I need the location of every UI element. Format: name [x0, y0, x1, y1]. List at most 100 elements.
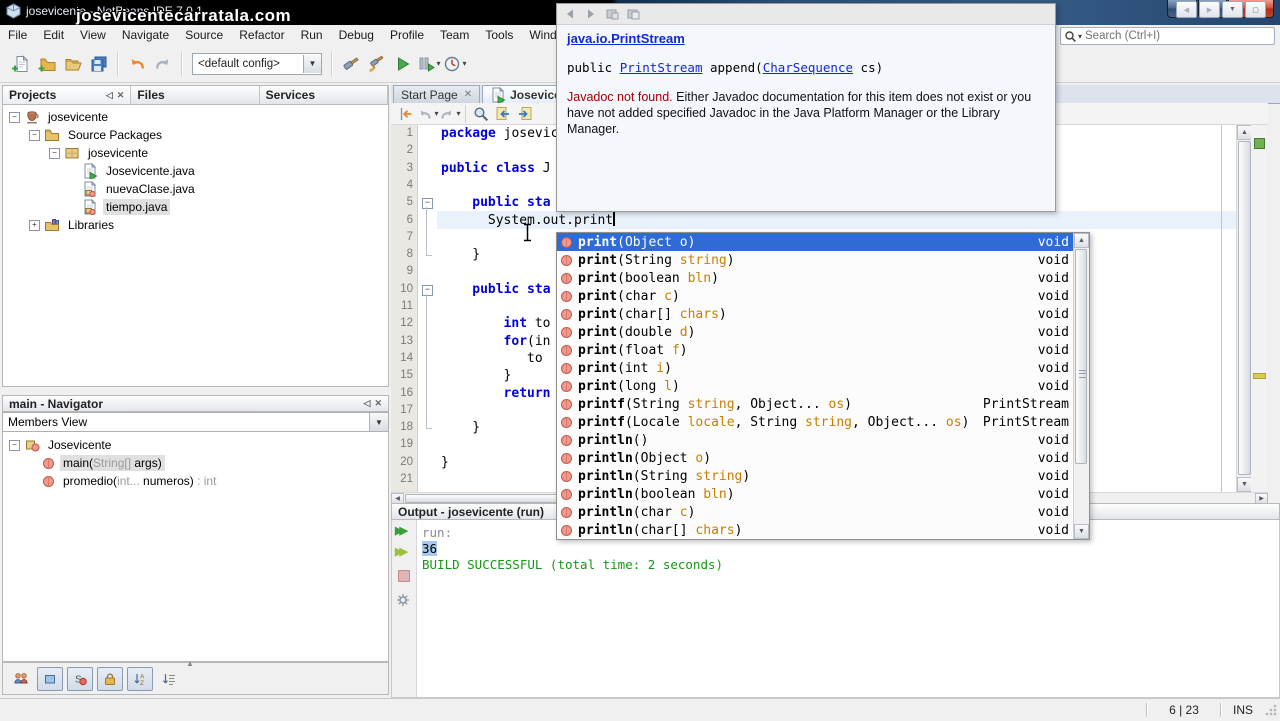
combo-arrow-icon[interactable]: ▼ — [303, 54, 321, 73]
sort-alpha-button[interactable]: AZ — [127, 666, 153, 691]
splitter-collapse-icon[interactable]: ▲ — [186, 659, 194, 668]
rerun-icon[interactable]: ▶▶ — [395, 524, 408, 537]
navigator-item[interactable]: − Josevicente — [3, 436, 388, 454]
dropdown-arrow-icon[interactable]: ▾ — [456, 109, 460, 118]
show-static-button[interactable]: S — [67, 666, 93, 691]
copy-doc-icon[interactable] — [624, 6, 642, 22]
completion-item[interactable]: print(String string) void — [557, 251, 1089, 269]
completion-item[interactable]: println(String string) void — [557, 467, 1089, 485]
warning-mark[interactable] — [1253, 373, 1266, 379]
last-edit-button[interactable] — [395, 104, 417, 124]
maximize-editor-icon[interactable]: ▢ — [1245, 1, 1266, 18]
tree-item-josevicente-java[interactable]: Josevicente.java — [3, 162, 388, 180]
tree-item-josevicente[interactable]: − josevicente — [3, 144, 388, 162]
scroll-down-icon[interactable]: ▼ — [1074, 524, 1089, 539]
collapse-icon[interactable]: − — [49, 147, 60, 159]
tree-item-tiempo-java[interactable]: tiempo.java — [3, 198, 388, 216]
code-line[interactable]: System.out.print — [437, 211, 1236, 229]
menu-refactor[interactable]: Refactor — [231, 28, 292, 42]
search-dropdown-icon[interactable]: ▾ — [1078, 32, 1082, 41]
dropdown-arrow-icon[interactable]: ▾ — [436, 59, 440, 68]
scroll-tabs-right-icon[interactable]: ▶ — [1199, 1, 1220, 18]
completion-item[interactable]: println(Object o) void — [557, 449, 1089, 467]
open-project-button[interactable] — [60, 51, 86, 77]
profile-button[interactable]: ▾ — [442, 51, 468, 77]
panel-tab-services[interactable]: Services — [260, 86, 388, 104]
menu-view[interactable]: View — [72, 28, 114, 42]
rerun-with-args-icon[interactable]: ▶▶ — [395, 545, 408, 558]
clean-build-button[interactable] — [364, 51, 390, 77]
redo-button[interactable] — [150, 51, 176, 77]
menu-file[interactable]: File — [0, 28, 35, 42]
scroll-up-icon[interactable]: ▲ — [1074, 233, 1089, 248]
completion-item[interactable]: print(char[] chars) void — [557, 305, 1089, 323]
close-tab-icon[interactable]: ✕ — [464, 89, 472, 100]
show-inherited-button[interactable] — [9, 668, 33, 690]
javadoc-back-icon[interactable] — [561, 6, 579, 22]
completion-item[interactable]: print(Object o) void — [557, 233, 1089, 251]
collapse-icon[interactable]: − — [9, 111, 20, 123]
scrollbar-thumb[interactable] — [1075, 249, 1087, 464]
dropdown-arrow-icon[interactable]: ▾ — [462, 59, 466, 68]
panel-tab-files[interactable]: Files — [131, 86, 260, 104]
dropdown-arrow-icon[interactable]: ▾ — [434, 109, 438, 118]
run-config-combo[interactable]: <default config> ▼ — [192, 52, 322, 75]
javadoc-class-link[interactable]: java.io.PrintStream — [567, 31, 685, 46]
completion-item[interactable]: print(char c) void — [557, 287, 1089, 305]
show-in-browser-icon[interactable] — [603, 6, 621, 22]
menu-source[interactable]: Source — [177, 28, 231, 42]
tree-item-libraries[interactable]: + Libraries — [3, 216, 388, 234]
run-button[interactable] — [390, 51, 416, 77]
completion-item[interactable]: println(char[] chars) void — [557, 521, 1089, 539]
float-window-icon[interactable]: ◁ — [106, 90, 113, 101]
collapse-icon[interactable]: − — [29, 129, 40, 141]
completion-item[interactable]: printf(String string, Object... os) Print… — [557, 395, 1089, 413]
menu-debug[interactable]: Debug — [331, 28, 382, 42]
completion-item[interactable]: print(float f) void — [557, 341, 1089, 359]
tree-item-nuevaclase-java[interactable]: nuevaClase.java — [3, 180, 388, 198]
find-selection-button[interactable] — [470, 104, 492, 124]
navigator-item[interactable]: main(String[] args) — [3, 454, 388, 472]
find-prev-button[interactable] — [492, 104, 514, 124]
find-next-button[interactable] — [514, 104, 536, 124]
completion-item[interactable]: print(double d) void — [557, 323, 1089, 341]
ant-settings-icon[interactable] — [395, 592, 411, 608]
new-file-button[interactable] — [8, 51, 34, 77]
collapse-icon[interactable]: − — [9, 439, 20, 451]
forward-button[interactable]: ▾ — [439, 104, 461, 124]
new-project-button[interactable] — [34, 51, 60, 77]
completion-item[interactable]: print(long l) void — [557, 377, 1089, 395]
menu-edit[interactable]: Edit — [35, 28, 72, 42]
completion-item[interactable]: println(boolean bln) void — [557, 485, 1089, 503]
search-input[interactable]: ▾ Search (Ctrl+I) — [1060, 27, 1275, 45]
completion-item[interactable]: println(char c) void — [557, 503, 1089, 521]
scrollbar-thumb[interactable] — [1238, 141, 1251, 475]
completion-item[interactable]: printf(Locale locale, String string, Obj… — [557, 413, 1089, 431]
completion-item[interactable]: println() void — [557, 431, 1089, 449]
resize-grip[interactable] — [1264, 703, 1278, 717]
menu-profile[interactable]: Profile — [382, 28, 432, 42]
completion-item[interactable]: print(boolean bln) void — [557, 269, 1089, 287]
javadoc-forward-icon[interactable] — [582, 6, 600, 22]
editor-tab-start-page[interactable]: Start Page ✕ — [393, 85, 481, 103]
panel-tab-projects[interactable]: Projects ◁ ✕ — [3, 86, 132, 104]
menu-tools[interactable]: Tools — [477, 28, 521, 42]
undo-button[interactable] — [124, 51, 150, 77]
scroll-up-icon[interactable]: ▲ — [1237, 125, 1252, 140]
float-window-icon[interactable]: ◁ — [364, 398, 371, 409]
sort-by-source-button[interactable] — [157, 668, 181, 690]
show-fields-button[interactable] — [37, 666, 63, 691]
menu-navigate[interactable]: Navigate — [114, 28, 177, 42]
debug-button[interactable]: ▾ — [416, 51, 442, 77]
scroll-down-icon[interactable]: ▼ — [1237, 477, 1252, 492]
tab-list-dropdown-icon[interactable]: ▼ — [1222, 1, 1243, 18]
tree-item-josevicente[interactable]: − josevicente — [3, 108, 388, 126]
completion-scrollbar[interactable]: ▲ ▼ — [1073, 233, 1089, 539]
expand-icon[interactable]: + — [29, 219, 40, 231]
close-panel-icon[interactable]: ✕ — [117, 90, 125, 101]
completion-item[interactable]: print(int i) void — [557, 359, 1089, 377]
menu-run[interactable]: Run — [293, 28, 331, 42]
scroll-tabs-left-icon[interactable]: ◀ — [1176, 1, 1197, 18]
combo-arrow-icon[interactable]: ▼ — [369, 413, 388, 431]
save-all-button[interactable] — [86, 51, 112, 77]
